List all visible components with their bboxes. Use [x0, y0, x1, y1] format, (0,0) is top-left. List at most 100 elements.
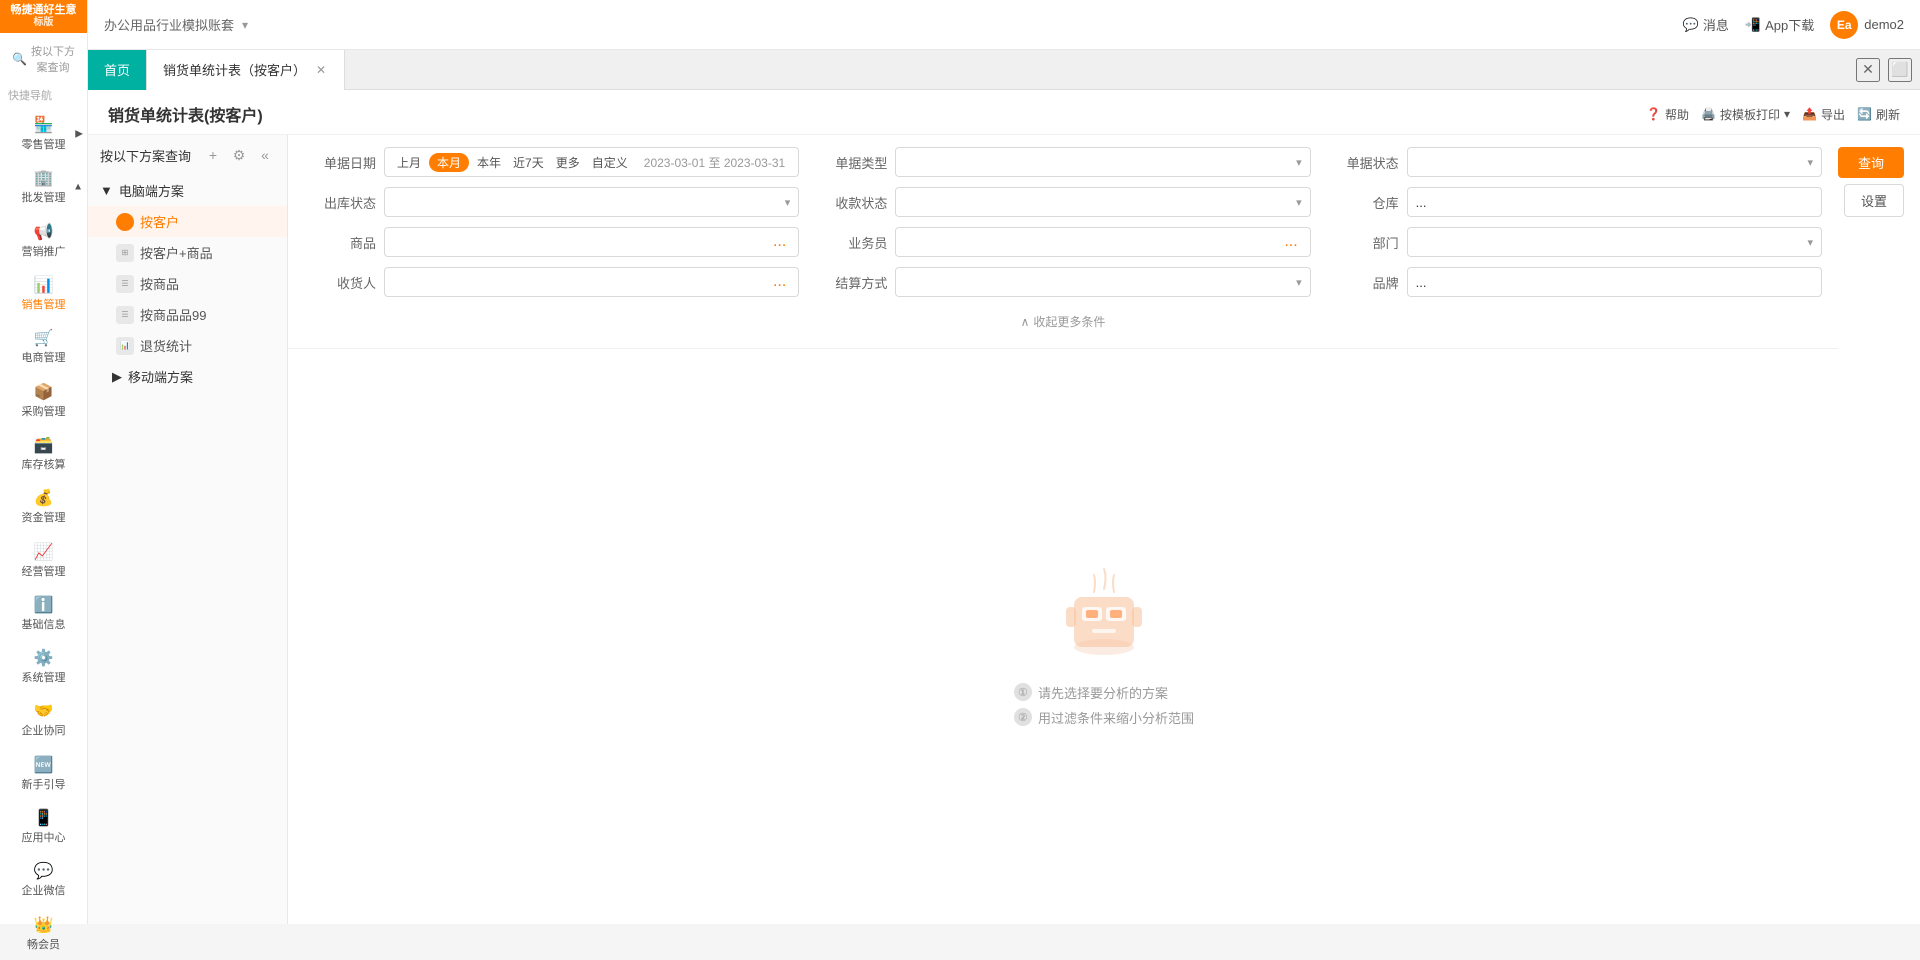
- export-button[interactable]: 📤 导出: [1802, 106, 1845, 123]
- brand-placeholder: ...: [1416, 275, 1427, 290]
- receipt-status-chevron: ▾: [1296, 196, 1302, 209]
- sidebar-item-wechat[interactable]: 💬 企业微信: [0, 853, 87, 906]
- sidebar-item-operations[interactable]: 📈 经营管理: [0, 534, 87, 587]
- refresh-button[interactable]: 🔄 刷新: [1857, 106, 1900, 123]
- avatar-initials: Ea: [1837, 18, 1852, 32]
- user-avatar: Ea: [1830, 11, 1858, 39]
- warehouse-label: 仓库: [1327, 193, 1407, 212]
- print-button[interactable]: 🖨️ 按模板打印 ▾: [1701, 106, 1790, 123]
- sidebar-item-enterprise[interactable]: 🤝 企业协同: [0, 693, 87, 746]
- app-download-button[interactable]: 📲 App下载: [1745, 15, 1814, 34]
- sidebar-item-marketing[interactable]: 📢 营销推广: [0, 214, 87, 267]
- search-menu-button[interactable]: 🔍 按以下方案查询: [8, 39, 79, 79]
- scheme-product-icon: ☰: [116, 275, 134, 293]
- ecommerce-icon: 🛒: [34, 328, 54, 348]
- scheme-group-desktop-header[interactable]: ▼ 电脑端方案: [88, 175, 287, 206]
- scheme-item-return-stats[interactable]: 📊 退货统计: [88, 330, 287, 361]
- sidebar-item-purchase[interactable]: 📦 采购管理: [0, 374, 87, 427]
- sidebar-item-basic[interactable]: ℹ️ 基础信息: [0, 587, 87, 640]
- retail-arrow-icon: ▶: [75, 128, 83, 139]
- settings-button[interactable]: 设置: [1844, 184, 1904, 217]
- window-close-button[interactable]: ✕: [1856, 58, 1880, 82]
- collapse-bar[interactable]: ∧ 收起更多条件: [304, 307, 1822, 336]
- sales-icon: 📊: [34, 275, 54, 295]
- tab-sales-stats[interactable]: 销货单统计表（按客户） ✕: [147, 50, 345, 90]
- content-area: 销货单统计表(按客户) ❓ 帮助 🖨️ 按模板打印 ▾ 📤 导出 🔄 刷新: [88, 90, 1920, 924]
- sidebar-item-wholesale-label: 批发管理: [22, 191, 66, 205]
- print-dropdown-icon: ▾: [1784, 107, 1790, 121]
- newuser-icon: 🆕: [34, 755, 54, 775]
- scheme-group-mobile-header[interactable]: ▶ 移动端方案: [88, 361, 287, 392]
- filter-row-3: 商品 ... 业务员 ...: [304, 227, 1822, 257]
- mobile-group-label: 移动端方案: [128, 367, 193, 386]
- department-label: 部门: [1327, 233, 1407, 252]
- tip-1-num: ①: [1014, 683, 1032, 701]
- department-select[interactable]: ▾: [1407, 227, 1822, 257]
- date-tab-more[interactable]: 更多: [552, 153, 584, 172]
- sidebar-item-member[interactable]: 👑 畅会员: [0, 907, 87, 960]
- tab-home[interactable]: 首页: [88, 50, 147, 90]
- salesperson-select[interactable]: ...: [895, 227, 1310, 257]
- sidebar-item-newuser[interactable]: 🆕 新手引导: [0, 747, 87, 800]
- product-select[interactable]: ...: [384, 227, 799, 257]
- help-label: 帮助: [1665, 106, 1689, 123]
- collapse-panel-icon[interactable]: «: [255, 145, 275, 165]
- product-label: 商品: [304, 233, 384, 252]
- receipt-status-select[interactable]: ▾: [895, 187, 1310, 217]
- finance-icon: 💰: [34, 488, 54, 508]
- sidebar-item-retail-label: 零售管理: [22, 138, 66, 152]
- sidebar-item-ecommerce[interactable]: 🛒 电商管理: [0, 320, 87, 373]
- filter-and-actions: 单据日期 上月 本月 本年 近7天 更多 自定义 2023-03-01 至 20…: [288, 135, 1920, 349]
- sidebar-item-retail[interactable]: 🏪 零售管理 ▶: [0, 107, 87, 160]
- date-tab-7days[interactable]: 近7天: [509, 153, 548, 172]
- consignee-select[interactable]: ...: [384, 267, 799, 297]
- sidebar-item-system[interactable]: ⚙️ 系统管理: [0, 640, 87, 693]
- scheme-return-label: 退货统计: [140, 336, 192, 355]
- edit-scheme-icon[interactable]: ⚙: [229, 145, 249, 165]
- window-maximize-button[interactable]: ⬜: [1888, 58, 1912, 82]
- warehouse-select[interactable]: ...: [1407, 187, 1822, 217]
- sidebar-search-area[interactable]: 🔍 按以下方案查询: [0, 33, 87, 85]
- doc-type-select[interactable]: ▾: [895, 147, 1310, 177]
- help-button[interactable]: ❓ 帮助: [1646, 106, 1689, 123]
- industry-dropdown-icon[interactable]: ▾: [242, 18, 248, 32]
- sidebar-item-finance[interactable]: 💰 资金管理: [0, 480, 87, 533]
- out-status-select[interactable]: ▾: [384, 187, 799, 217]
- group-expand-icon: ▼: [100, 183, 113, 198]
- query-button[interactable]: 查询: [1838, 147, 1904, 178]
- settlement-select[interactable]: ▾: [895, 267, 1310, 297]
- add-scheme-icon[interactable]: +: [203, 145, 223, 165]
- left-panel-title: 按以下方案查询: [100, 146, 191, 165]
- brand-select[interactable]: ...: [1407, 267, 1822, 297]
- scheme-item-by-product99[interactable]: ☰ 按商品品99: [88, 299, 287, 330]
- sidebar-item-inventory[interactable]: 🗃️ 库存核算: [0, 427, 87, 480]
- salesperson-label: 业务员: [815, 233, 895, 252]
- sidebar-item-member-label: 畅会员: [27, 938, 60, 952]
- department-chevron: ▾: [1807, 236, 1813, 249]
- message-button[interactable]: 💬 消息: [1683, 15, 1729, 34]
- sidebar-item-appcenter[interactable]: 📱 应用中心: [0, 800, 87, 853]
- consignee-dots[interactable]: ...: [769, 273, 790, 291]
- date-tab-custom[interactable]: 自定义: [588, 153, 632, 172]
- sidebar-item-inventory-label: 库存核算: [22, 458, 66, 472]
- app-download-label: App下载: [1765, 15, 1814, 34]
- print-icon: 🖨️: [1701, 107, 1716, 121]
- date-tab-thisyear[interactable]: 本年: [473, 153, 505, 172]
- salesperson-dots[interactable]: ...: [1280, 233, 1301, 251]
- doc-status-select[interactable]: ▾: [1407, 147, 1822, 177]
- sidebar: 畅捷通好生意 标版 🔍 按以下方案查询 快捷导航 🏪 零售管理 ▶ 🏢 批发管理…: [0, 0, 88, 924]
- doc-status-chevron: ▾: [1807, 156, 1813, 169]
- date-tab-thismonth[interactable]: 本月: [429, 153, 469, 172]
- sidebar-item-wholesale[interactable]: 🏢 批发管理 ▲: [0, 160, 87, 213]
- receipt-status-label: 收款状态: [815, 193, 895, 212]
- scheme-item-by-customer[interactable]: 按客户: [88, 206, 287, 237]
- scheme-item-by-customer-product[interactable]: ⊞ 按客户+商品: [88, 237, 287, 268]
- sidebar-item-sales[interactable]: 📊 销售管理: [0, 267, 87, 320]
- user-profile[interactable]: Ea demo2: [1830, 11, 1904, 39]
- scheme-item-by-product[interactable]: ☰ 按商品: [88, 268, 287, 299]
- product-dots[interactable]: ...: [769, 233, 790, 251]
- page-title: 销货单统计表(按客户): [108, 102, 263, 126]
- collapse-text: 收起更多条件: [1033, 313, 1105, 330]
- date-tab-lastmonth[interactable]: 上月: [393, 153, 425, 172]
- tab-close-button[interactable]: ✕: [314, 61, 328, 79]
